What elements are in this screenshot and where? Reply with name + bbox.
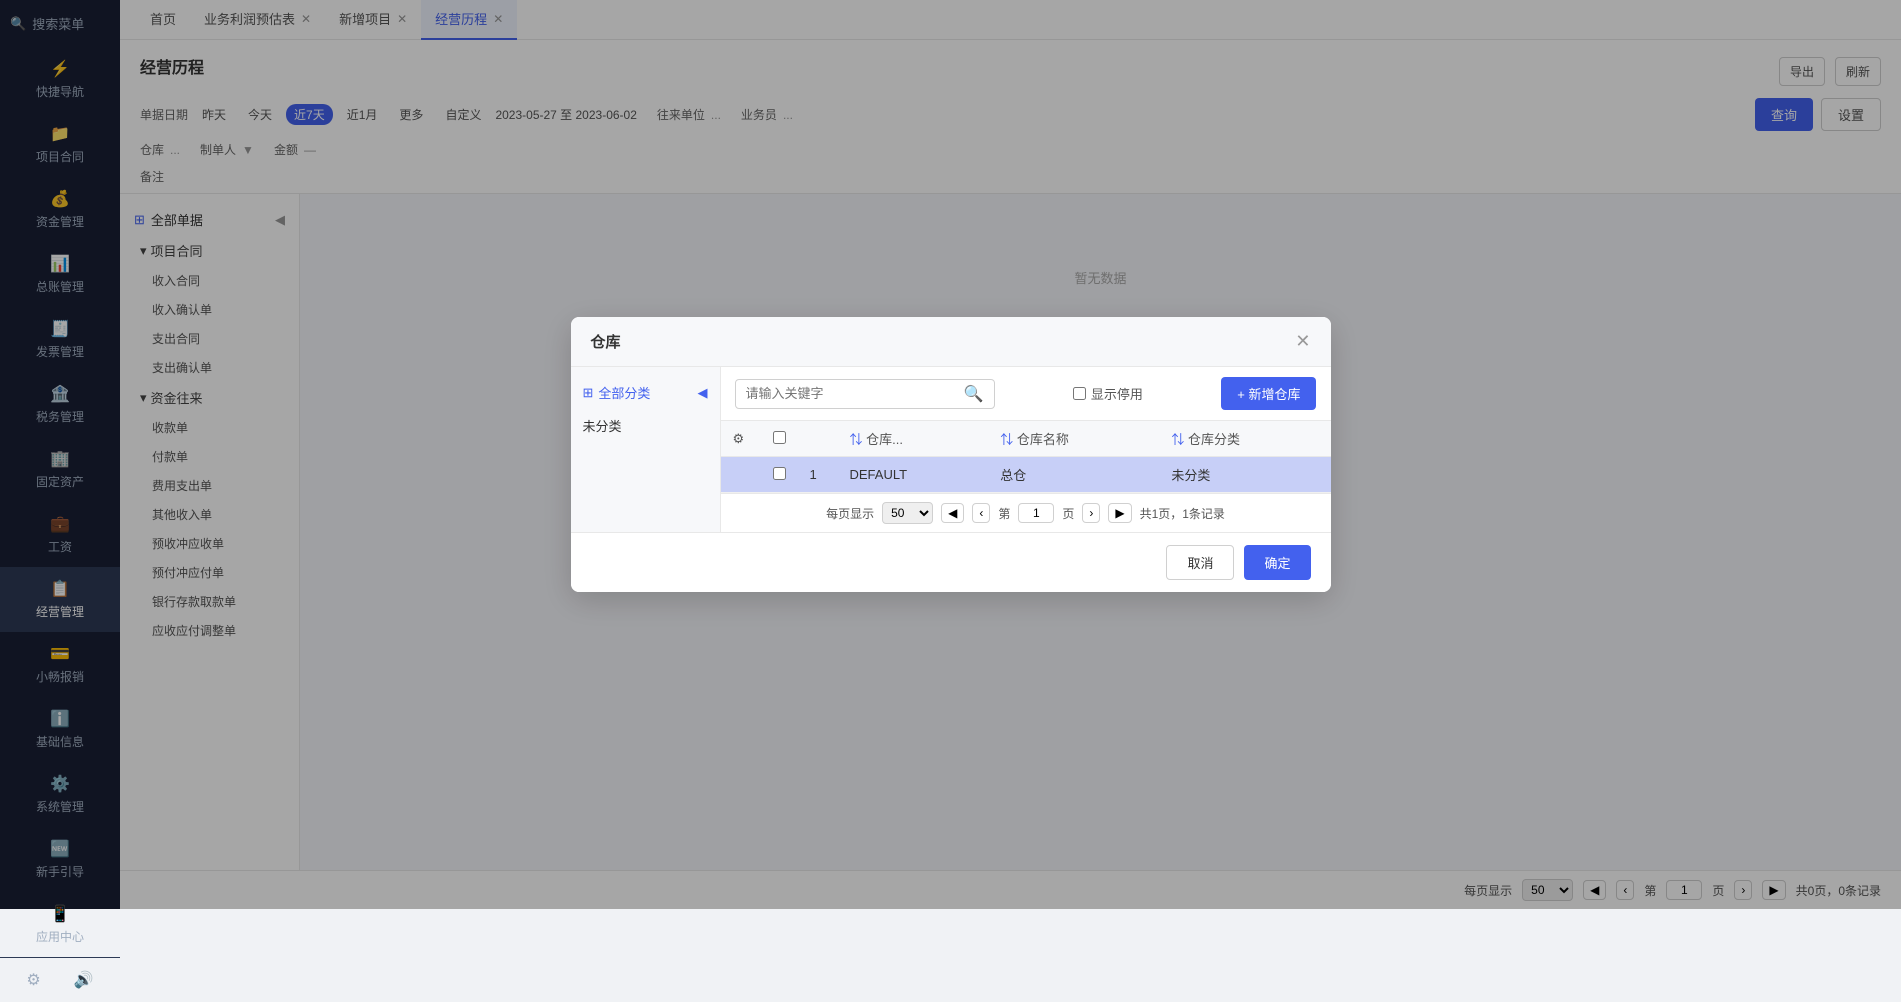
modal-next-page-btn[interactable]: › [1082, 503, 1100, 523]
row-code: DEFAULT [838, 457, 989, 493]
modal-overlay[interactable]: 仓库 ✕ ⊞ 全部分类 ◀ 未分类 [0, 0, 1901, 909]
modal-cancel-button[interactable]: 取消 [1166, 545, 1234, 580]
settings-bottom-icon[interactable]: ⚙ [26, 970, 40, 990]
modal-search-box: 🔍 [735, 379, 995, 409]
th-code[interactable]: ⇅ 仓库... [838, 421, 989, 457]
th-checkbox [761, 421, 798, 457]
modal-search-icon: 🔍 [964, 384, 984, 404]
show-disabled-text: 显示停用 [1091, 384, 1143, 403]
modal-total-text: 共1页，1条记录 [1140, 505, 1225, 522]
table-row[interactable]: 1 DEFAULT 总仓 未分类 [721, 457, 1331, 493]
select-all-checkbox[interactable] [773, 431, 786, 444]
warehouse-table: ⚙ ⇅ 仓库... ⇅ 仓库名称 ⇅ 仓库分类 1 DEFAULT 总仓 未分类 [721, 421, 1331, 493]
modal-search-input[interactable] [746, 386, 958, 401]
modal-first-page-btn[interactable]: ◀ [941, 503, 964, 523]
show-disabled-label[interactable]: 显示停用 [1073, 384, 1143, 403]
row-category: 未分类 [1159, 457, 1330, 493]
row-name: 总仓 [988, 457, 1159, 493]
modal-per-page-label: 每页显示 [826, 505, 874, 522]
row-seq: 1 [798, 457, 838, 493]
modal-page-label: 第 [998, 505, 1010, 522]
modal-prev-page-btn[interactable]: ‹ [972, 503, 990, 523]
modal-close-icon[interactable]: ✕ [1295, 331, 1310, 352]
modal-body: ⊞ 全部分类 ◀ 未分类 🔍 显示停用 [571, 367, 1331, 532]
modal-confirm-button[interactable]: 确定 [1244, 545, 1310, 580]
th-gear[interactable]: ⚙ [721, 421, 761, 457]
sidebar-bottom: ⚙ 🔊 [0, 957, 120, 1002]
modal-pagination: 每页显示 50 10 20 100 ◀ ‹ 第 页 › ▶ 共1页，1条记录 [721, 493, 1331, 532]
volume-bottom-icon[interactable]: 🔊 [74, 970, 94, 990]
modal-page-input[interactable] [1018, 503, 1054, 523]
modal-collapse-icon[interactable]: ◀ [698, 385, 708, 401]
show-disabled-checkbox[interactable] [1073, 387, 1086, 400]
modal-footer: 取消 确定 [571, 532, 1331, 592]
row-gear [721, 457, 761, 493]
th-seq [798, 421, 838, 457]
table-header-row: ⚙ ⇅ 仓库... ⇅ 仓库名称 ⇅ 仓库分类 [721, 421, 1331, 457]
modal-table: ⚙ ⇅ 仓库... ⇅ 仓库名称 ⇅ 仓库分类 1 DEFAULT 总仓 未分类 [721, 421, 1331, 493]
modal-per-page-select[interactable]: 50 10 20 100 [882, 502, 933, 524]
th-name[interactable]: ⇅ 仓库名称 [988, 421, 1159, 457]
modal-title: 仓库 [591, 331, 621, 352]
row-checkbox-input[interactable] [773, 467, 786, 480]
modal-header: 仓库 ✕ [571, 317, 1331, 367]
row-checkbox [761, 457, 798, 493]
th-category[interactable]: ⇅ 仓库分类 [1159, 421, 1330, 457]
modal-page-unit: 页 [1062, 505, 1074, 522]
grid-icon2: ⊞ [583, 385, 594, 401]
modal-last-page-btn[interactable]: ▶ [1108, 503, 1131, 523]
modal-left-header[interactable]: ⊞ 全部分类 ◀ [571, 377, 720, 408]
modal-left-panel: ⊞ 全部分类 ◀ 未分类 [571, 367, 721, 532]
modal-right-panel: 🔍 显示停用 + 新增仓库 ⚙ ⇅ 仓库... ⇅ 仓库名称 ⇅ 仓库分类 [721, 367, 1331, 532]
sidebar-item-label: 应用中心 [36, 928, 84, 945]
modal-left-all-label: 全部分类 [598, 383, 650, 402]
modal-warehouse: 仓库 ✕ ⊞ 全部分类 ◀ 未分类 [571, 317, 1331, 592]
modal-left-item-uncategorized[interactable]: 未分类 [571, 408, 720, 443]
add-warehouse-button[interactable]: + 新增仓库 [1221, 377, 1316, 410]
modal-toolbar: 🔍 显示停用 + 新增仓库 [721, 367, 1331, 421]
